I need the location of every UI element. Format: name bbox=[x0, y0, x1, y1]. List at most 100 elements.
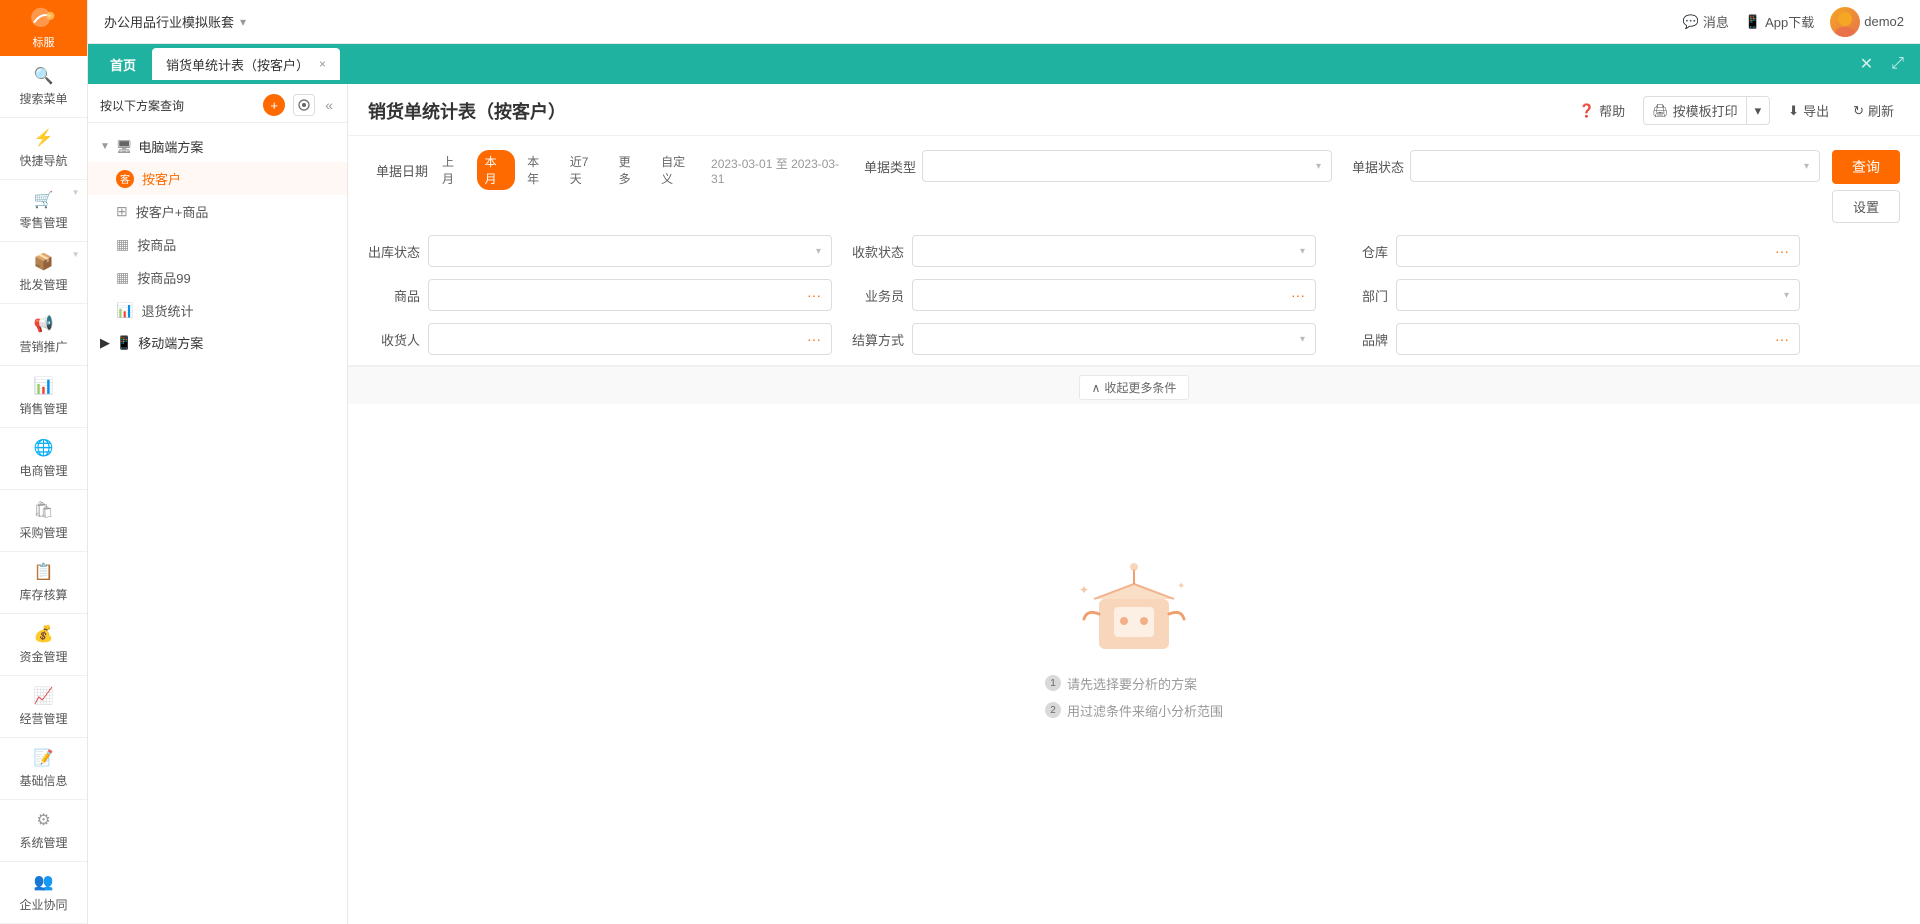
salesperson-dots-icon: ··· bbox=[1291, 287, 1305, 303]
message-icon: 💬 bbox=[1683, 14, 1699, 30]
right-panel: 销货单统计表（按客户） ❓ 帮助 🖨 按模板打印 ▾ bbox=[348, 84, 1920, 924]
date-tab-more[interactable]: 更多 bbox=[611, 150, 650, 190]
tip-num-1: 1 bbox=[1045, 675, 1061, 691]
expand-icon: ▼ bbox=[100, 141, 110, 152]
sidebar-item-marketing[interactable]: 📢 营销推广 bbox=[0, 304, 88, 366]
by-goods99-icon: ▦ bbox=[116, 269, 129, 286]
ship-status-cell: 出库状态 ▾ bbox=[368, 235, 832, 267]
collapse-up-icon: ∧ bbox=[1092, 381, 1101, 395]
scheme-item-by-goods99[interactable]: ▦ 按商品99 bbox=[88, 261, 347, 294]
scheme-item-return-stats[interactable]: 📊 退货统计 bbox=[88, 294, 347, 327]
goods-dots-icon: ··· bbox=[807, 287, 821, 303]
export-icon: ⬇ bbox=[1788, 103, 1799, 119]
tab-fullscreen-icon[interactable]: ⤢ bbox=[1883, 51, 1912, 77]
payment-status-select[interactable]: ▾ bbox=[912, 235, 1316, 267]
sidebar-item-finance[interactable]: 💰 资金管理 bbox=[0, 614, 88, 676]
sidebar-item-system[interactable]: ⚙ 系统管理 bbox=[0, 800, 88, 862]
export-button[interactable]: ⬇ 导出 bbox=[1782, 97, 1835, 124]
date-range-display: 2023-03-01 至 2023-03-31 bbox=[711, 155, 844, 186]
sidebar-item-quick-nav[interactable]: ⚡ 快捷导航 bbox=[0, 118, 88, 180]
sidebar-item-enterprise[interactable]: 👥 企业协同 bbox=[0, 862, 88, 924]
topbar-title: 办公用品行业模拟账套 ▾ bbox=[104, 12, 1671, 31]
scheme-item-by-customer[interactable]: 客 按客户 bbox=[88, 162, 347, 195]
topbar-right: 💬 消息 📱 App下载 demo2 bbox=[1683, 7, 1904, 37]
date-tab-last-month[interactable]: 上月 bbox=[434, 150, 473, 190]
sidebar-item-inventory[interactable]: 📋 库存核算 bbox=[0, 552, 88, 614]
doc-status-arrow-icon: ▾ bbox=[1804, 161, 1809, 172]
tab-close-icon[interactable]: × bbox=[319, 57, 326, 71]
tab-active[interactable]: 销货单统计表（按客户） × bbox=[152, 48, 340, 80]
mobile-expand-icon: ▶ bbox=[100, 335, 110, 351]
refresh-button[interactable]: ↻ 刷新 bbox=[1847, 97, 1900, 124]
settlement-cell: 结算方式 ▾ bbox=[852, 323, 1316, 355]
content-area: 按以下方案查询 + « ▼ 🖥 电脑端方案 客 按客户 bbox=[88, 84, 1920, 924]
ship-status-select[interactable]: ▾ bbox=[428, 235, 832, 267]
svg-text:✦: ✦ bbox=[1177, 581, 1185, 592]
print-button[interactable]: 🖨 按模板打印 bbox=[1644, 97, 1747, 124]
message-button[interactable]: 💬 消息 bbox=[1683, 12, 1729, 31]
sidebar-item-sales[interactable]: 📊 销售管理 bbox=[0, 366, 88, 428]
pc-group-icon: 🖥 bbox=[116, 139, 133, 155]
pc-group-header[interactable]: ▼ 🖥 电脑端方案 bbox=[88, 131, 347, 162]
add-scheme-button[interactable]: + bbox=[263, 94, 285, 116]
sidebar-item-retail[interactable]: 🛒 零售管理 bbox=[0, 180, 88, 242]
goods-input[interactable]: ··· bbox=[428, 279, 832, 311]
date-tab-this-year[interactable]: 本年 bbox=[519, 150, 558, 190]
left-panel: 按以下方案查询 + « ▼ 🖥 电脑端方案 客 按客户 bbox=[88, 84, 348, 924]
empty-illustration: ✦ ✦ bbox=[1069, 549, 1199, 662]
salesperson-input[interactable]: ··· bbox=[912, 279, 1316, 311]
user-profile[interactable]: demo2 bbox=[1830, 7, 1904, 37]
tip-num-2: 2 bbox=[1045, 702, 1061, 718]
settings-button[interactable]: 设置 bbox=[1832, 190, 1900, 223]
inventory-icon: 📋 bbox=[34, 562, 54, 582]
brand-input[interactable]: ··· bbox=[1396, 323, 1800, 355]
sidebar-item-operations[interactable]: 📈 经营管理 bbox=[0, 676, 88, 738]
doc-type-select[interactable]: ▾ bbox=[922, 150, 1332, 182]
warehouse-cell: 仓库 ··· bbox=[1336, 235, 1800, 267]
sales-icon: 📊 bbox=[34, 376, 54, 396]
tab-home[interactable]: 首页 bbox=[96, 48, 150, 80]
topbar: 办公用品行业模拟账套 ▾ 💬 消息 📱 App下载 demo2 bbox=[88, 0, 1920, 44]
return-stats-icon: 📊 bbox=[116, 302, 133, 319]
settlement-select[interactable]: ▾ bbox=[912, 323, 1316, 355]
collapse-panel-button[interactable]: « bbox=[323, 95, 335, 115]
marketing-icon: 📢 bbox=[34, 314, 54, 334]
mobile-group-header[interactable]: ▶ 📱 移动端方案 bbox=[88, 327, 347, 358]
help-icon: ❓ bbox=[1579, 103, 1595, 119]
brand-dots-icon: ··· bbox=[1775, 331, 1789, 347]
payment-status-arrow-icon: ▾ bbox=[1300, 246, 1305, 257]
department-select[interactable]: ▾ bbox=[1396, 279, 1800, 311]
system-icon: ⚙ bbox=[36, 810, 50, 830]
refresh-icon: ↻ bbox=[1853, 103, 1864, 119]
date-tab-custom[interactable]: 自定义 bbox=[653, 150, 703, 190]
date-tab-7days[interactable]: 近7天 bbox=[562, 150, 607, 190]
warehouse-input[interactable]: ··· bbox=[1396, 235, 1800, 267]
settlement-label: 结算方式 bbox=[852, 330, 904, 349]
brand-cell: 品牌 ··· bbox=[1336, 323, 1800, 355]
receiver-input[interactable]: ··· bbox=[428, 323, 832, 355]
sidebar-item-search[interactable]: 🔍 搜索菜单 bbox=[0, 56, 88, 118]
basic-icon: 📝 bbox=[34, 748, 54, 768]
sidebar-item-ecommerce[interactable]: 🌐 电商管理 bbox=[0, 428, 88, 490]
topbar-dropdown-icon[interactable]: ▾ bbox=[240, 15, 246, 29]
collapse-button[interactable]: ∧ 收起更多条件 bbox=[1079, 375, 1190, 400]
print-dropdown-button[interactable]: ▾ bbox=[1747, 99, 1770, 123]
app-download-button[interactable]: 📱 App下载 bbox=[1745, 12, 1814, 31]
help-button[interactable]: ❓ 帮助 bbox=[1573, 97, 1631, 124]
goods-cell: 商品 ··· bbox=[368, 279, 832, 311]
doc-status-select[interactable]: ▾ bbox=[1410, 150, 1820, 182]
sidebar-item-basic[interactable]: 📝 基础信息 bbox=[0, 738, 88, 800]
sidebar-item-purchase[interactable]: 🛍 采购管理 bbox=[0, 490, 88, 552]
receiver-label: 收货人 bbox=[368, 330, 420, 349]
date-tab-this-month[interactable]: 本月 bbox=[477, 150, 516, 190]
page-title: 销货单统计表（按客户） bbox=[368, 98, 1573, 124]
doc-status-label: 单据状态 bbox=[1344, 157, 1404, 176]
edit-scheme-button[interactable] bbox=[293, 94, 315, 116]
sidebar-item-wholesale[interactable]: 📦 批发管理 bbox=[0, 242, 88, 304]
finance-icon: 💰 bbox=[34, 624, 54, 644]
query-button[interactable]: 查询 bbox=[1832, 150, 1900, 184]
scheme-item-by-goods[interactable]: ▦ 按商品 bbox=[88, 228, 347, 261]
scheme-item-customer-goods[interactable]: ⊞ 按客户+商品 bbox=[88, 195, 347, 228]
by-customer-icon: 客 bbox=[116, 170, 134, 188]
tab-window-close-icon[interactable]: ✕ bbox=[1852, 50, 1881, 78]
